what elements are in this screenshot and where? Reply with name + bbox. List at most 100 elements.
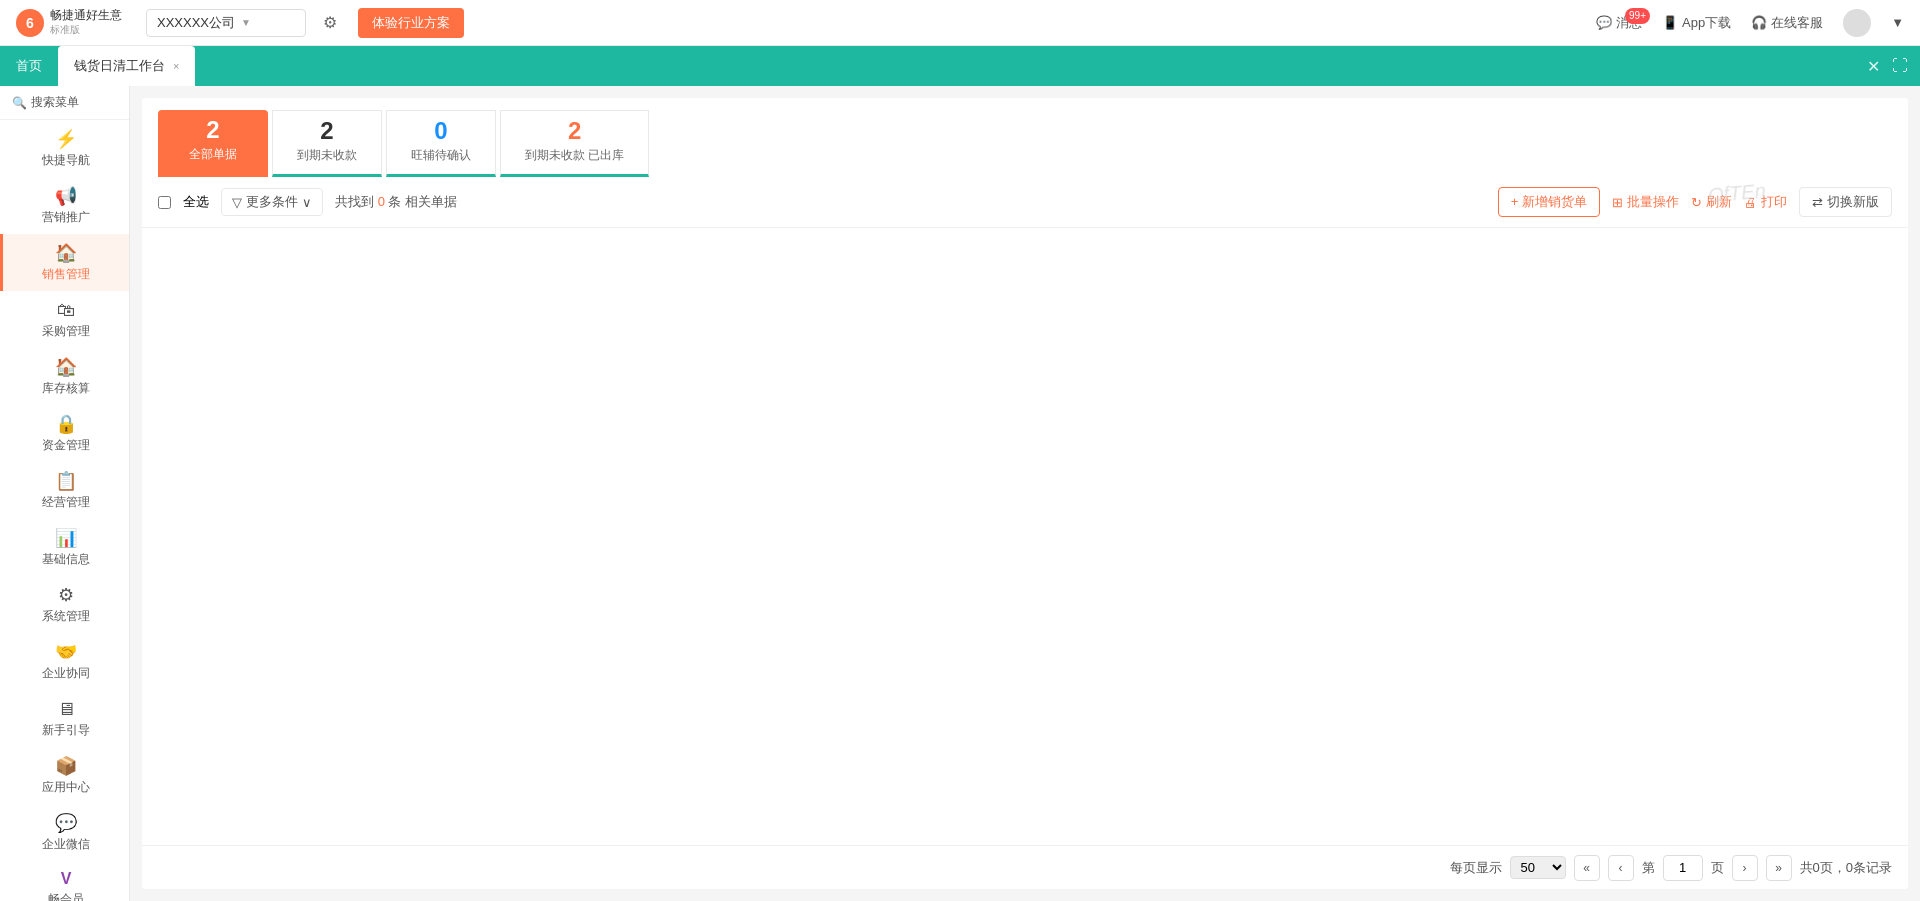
print-label: 打印 [1761, 193, 1787, 211]
sidebar-item-wechat[interactable]: 💬 企业微信 [0, 804, 129, 861]
table-area [142, 228, 1908, 845]
search-menu-button[interactable]: 🔍 搜索菜单 [0, 86, 129, 120]
company-name: XXXXXX公司 [157, 14, 235, 32]
batch-operation-button[interactable]: ⊞ 批量操作 [1612, 188, 1679, 216]
minimize-icon[interactable]: ✕ [1867, 57, 1880, 76]
online-service-label: 在线客服 [1771, 14, 1823, 32]
guide-icon: 🖥 [57, 700, 75, 718]
toolbar: 全选 ▽ 更多条件 ∨ 共找到 0 条 相关单据 + 新增销货单 [142, 177, 1908, 228]
settings-icon[interactable]: ⚙ [314, 7, 346, 39]
sidebar-item-sales[interactable]: 🏠 销售管理 [0, 234, 129, 291]
stat-count-overdue-out: 2 [568, 119, 581, 143]
finance-icon: 🔒 [55, 415, 77, 433]
stat-tab-all[interactable]: 2 全部单据 [158, 110, 268, 177]
main-layout: 🔍 搜索菜单 ⚡ 快捷导航 📢 营销推广 🏠 销售管理 🛍 采购管理 🏠 库存核… [0, 86, 1920, 901]
app-download-button[interactable]: 📱 App下载 [1662, 14, 1731, 32]
sidebar-item-label: 企业协同 [42, 665, 90, 682]
expand-icon[interactable]: ⛶ [1892, 57, 1908, 75]
print-button[interactable]: 🖨 打印 [1744, 188, 1787, 216]
app-center-icon: 📦 [55, 757, 77, 775]
sidebar-item-basic[interactable]: 📊 基础信息 [0, 519, 129, 576]
sidebar-item-label: 资金管理 [42, 437, 90, 454]
filter-button[interactable]: ▽ 更多条件 ∨ [221, 188, 323, 216]
switch-label: 切换新版 [1827, 193, 1879, 211]
page-label-end: 页 [1711, 859, 1724, 877]
nav-tabs-right: ✕ ⛶ [1867, 57, 1920, 76]
stat-tab-wangwang[interactable]: 0 旺辅待确认 [386, 110, 496, 177]
messages-button[interactable]: 💬 消息 99+ [1596, 14, 1642, 32]
sidebar-item-quick-nav[interactable]: ⚡ 快捷导航 [0, 120, 129, 177]
sidebar: 🔍 搜索菜单 ⚡ 快捷导航 📢 营销推广 🏠 销售管理 🛍 采购管理 🏠 库存核… [0, 86, 130, 901]
sidebar-item-app-center[interactable]: 📦 应用中心 [0, 747, 129, 804]
try-industry-button[interactable]: 体验行业方案 [358, 8, 464, 38]
app-edition: 标准版 [50, 23, 122, 37]
chevron-down-small-icon: ▼ [1891, 15, 1904, 30]
sidebar-item-guide[interactable]: 🖥 新手引导 [0, 690, 129, 747]
company-selector[interactable]: XXXXXX公司 ▼ [146, 9, 306, 37]
refresh-label: 刷新 [1706, 193, 1732, 211]
next-page-button[interactable]: › [1732, 855, 1758, 881]
stats-tabs: 2 全部单据 2 到期未收款 0 旺辅待确认 2 到期未收款 已出库 [142, 98, 1908, 177]
sidebar-item-operation[interactable]: 📋 经营管理 [0, 462, 129, 519]
sidebar-item-marketing[interactable]: 📢 营销推广 [0, 177, 129, 234]
first-page-button[interactable]: « [1574, 855, 1600, 881]
sidebar-item-purchase[interactable]: 🛍 采购管理 [0, 291, 129, 348]
prev-page-button[interactable]: ‹ [1608, 855, 1634, 881]
found-prefix: 共找到 [335, 194, 374, 209]
stat-label-overdue: 到期未收款 [297, 147, 357, 164]
sidebar-item-corp[interactable]: 🤝 企业协同 [0, 633, 129, 690]
sidebar-item-label: 营销推广 [42, 209, 90, 226]
page-size-label: 每页显示 [1450, 859, 1502, 877]
chevron-down-icon: ▼ [241, 17, 251, 28]
batch-icon: ⊞ [1612, 195, 1623, 210]
sidebar-item-label: 企业微信 [42, 836, 90, 853]
quick-nav-icon: ⚡ [55, 130, 77, 148]
sidebar-item-inventory[interactable]: 🏠 库存核算 [0, 348, 129, 405]
sidebar-item-label: 基础信息 [42, 551, 90, 568]
system-icon: ⚙ [58, 586, 74, 604]
stat-tab-overdue[interactable]: 2 到期未收款 [272, 110, 382, 177]
sidebar-item-member[interactable]: V 畅会员 [0, 861, 129, 901]
messages-badge: 99+ [1625, 8, 1650, 24]
inventory-icon: 🏠 [55, 358, 77, 376]
batch-label: 批量操作 [1627, 193, 1679, 211]
search-icon: 🔍 [12, 96, 27, 110]
current-page-input[interactable] [1663, 855, 1703, 881]
top-header: 6 畅捷通好生意 标准版 XXXXXX公司 ▼ ⚙ 体验行业方案 💬 消息 99… [0, 0, 1920, 46]
print-icon: 🖨 [1744, 195, 1757, 210]
stat-label-all: 全部单据 [189, 146, 237, 163]
header-right: 💬 消息 99+ 📱 App下载 🎧 在线客服 ▼ [1596, 9, 1904, 37]
tab-home[interactable]: 首页 [0, 46, 58, 86]
footer-pagination: 每页显示 50 100 200 « ‹ 第 页 › » 共0页，0条记录 [142, 845, 1908, 889]
switch-version-button[interactable]: ⇄ 切换新版 [1799, 187, 1892, 217]
sidebar-item-finance[interactable]: 🔒 资金管理 [0, 405, 129, 462]
close-tab-icon[interactable]: × [173, 60, 179, 72]
refresh-button[interactable]: ↻ 刷新 [1691, 188, 1732, 216]
sidebar-item-label: 快捷导航 [42, 152, 90, 169]
stat-count-all: 2 [206, 118, 219, 142]
content-inner: 2 全部单据 2 到期未收款 0 旺辅待确认 2 到期未收款 已出库 [142, 98, 1908, 889]
select-all-checkbox[interactable] [158, 196, 171, 209]
add-sale-button[interactable]: + 新增销货单 [1498, 187, 1600, 217]
stat-tab-overdue-out[interactable]: 2 到期未收款 已出库 [500, 110, 649, 177]
user-name-label[interactable]: ▼ [1891, 15, 1904, 30]
stat-count-wangwang: 0 [434, 119, 447, 143]
tab-qianhuoriqing[interactable]: 钱货日清工作台 × [58, 46, 195, 86]
page-label: 第 [1642, 859, 1655, 877]
sidebar-item-label: 库存核算 [42, 380, 90, 397]
purchase-icon: 🛍 [57, 301, 75, 319]
sidebar-item-system[interactable]: ⚙ 系统管理 [0, 576, 129, 633]
toolbar-left: 全选 ▽ 更多条件 ∨ 共找到 0 条 相关单据 [158, 188, 1486, 216]
online-service-button[interactable]: 🎧 在线客服 [1751, 14, 1823, 32]
last-page-button[interactable]: » [1766, 855, 1792, 881]
app-download-label: App下载 [1682, 14, 1731, 32]
basic-icon: 📊 [55, 529, 77, 547]
service-icon: 🎧 [1751, 15, 1767, 30]
page-size-select[interactable]: 50 100 200 [1510, 856, 1566, 879]
stat-label-overdue-out: 到期未收款 已出库 [525, 147, 624, 164]
filter-label: 更多条件 [246, 193, 298, 211]
download-icon: 📱 [1662, 15, 1678, 30]
sales-icon: 🏠 [55, 244, 77, 262]
corp-icon: 🤝 [55, 643, 77, 661]
avatar[interactable] [1843, 9, 1871, 37]
